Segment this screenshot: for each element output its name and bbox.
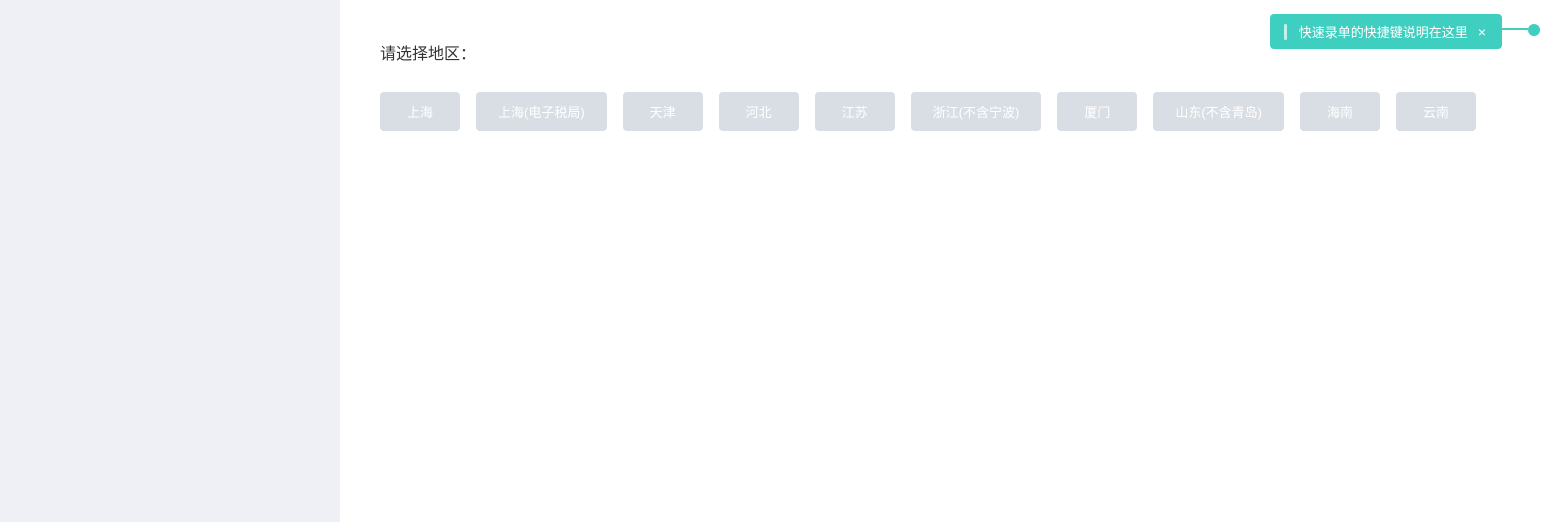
sidebar <box>0 0 340 522</box>
region-button-hainan[interactable]: 海南 <box>1300 92 1380 131</box>
region-button-group: 上海上海(电子税局) 天津河北江苏浙江(不含宁波) 厦门山东(不含青岛) 海南云南 <box>380 92 1522 131</box>
region-button-hebei[interactable]: 河北 <box>719 92 799 131</box>
region-button-xiamen[interactable]: 厦门 <box>1057 92 1137 131</box>
tooltip-close-button[interactable]: × <box>1476 25 1488 39</box>
tooltip-accent <box>1284 24 1287 40</box>
tooltip-connector-dot <box>1528 24 1540 36</box>
region-button-shanghai[interactable]: 上海 <box>380 92 460 131</box>
tooltip-text: 快速录单的快捷键说明在这里 <box>1299 22 1468 41</box>
region-button-zhejiang[interactable]: 浙江(不含宁波) <box>911 92 1042 131</box>
region-button-shandong[interactable]: 山东(不含青岛) <box>1153 92 1284 131</box>
region-button-yunnan[interactable]: 云南 <box>1396 92 1476 131</box>
region-button-tianjin[interactable]: 天津 <box>623 92 703 131</box>
app-layout: 请选择地区： 上海上海(电子税局)天津河北江苏浙江(不含宁波)厦门山东(不含青岛… <box>0 0 1562 522</box>
region-button-jiangsu[interactable]: 江苏 <box>815 92 895 131</box>
tooltip-bar: 快速录单的快捷键说明在这里 × <box>1270 14 1502 49</box>
tooltip-connector-line <box>1500 28 1528 30</box>
main-content: 请选择地区： 上海上海(电子税局)天津河北江苏浙江(不含宁波)厦门山东(不含青岛… <box>340 0 1562 522</box>
region-button-shanghai-etax[interactable]: 上海(电子税局) <box>476 92 607 131</box>
